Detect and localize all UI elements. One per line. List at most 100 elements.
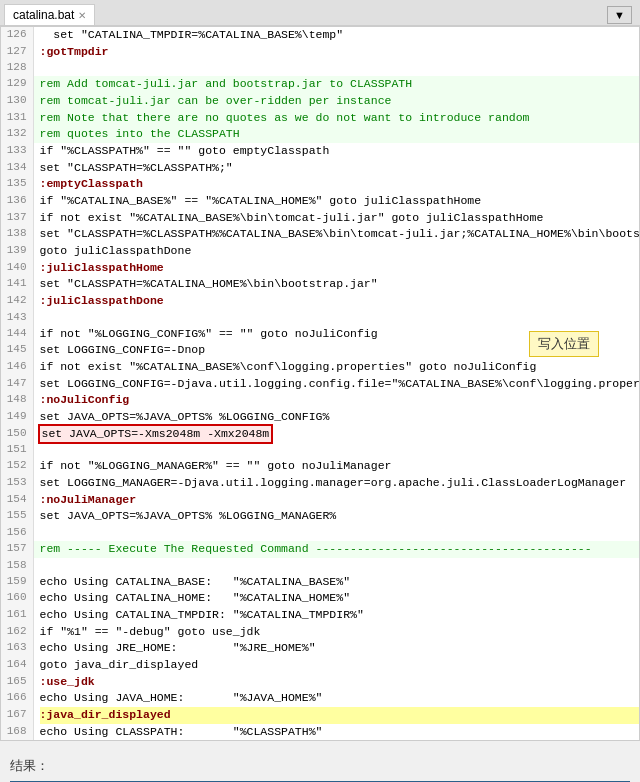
table-row: 155set JAVA_OPTS=%JAVA_OPTS% %LOGGING_MA… xyxy=(1,508,640,525)
line-number: 151 xyxy=(1,442,33,458)
line-code: :noJuliManager xyxy=(33,492,640,509)
table-row: 130rem tomcat-juli.jar can be over-ridde… xyxy=(1,93,640,110)
line-code: rem tomcat-juli.jar can be over-ridden p… xyxy=(33,93,640,110)
line-code: set LOGGING_MANAGER=-Djava.util.logging.… xyxy=(33,475,640,492)
line-code: if not exist "%CATALINA_BASE%\conf\loggi… xyxy=(33,359,640,376)
table-row: 148:noJuliConfig xyxy=(1,392,640,409)
line-number: 132 xyxy=(1,126,33,143)
line-number: 159 xyxy=(1,574,33,591)
annotation-box: 写入位置 xyxy=(529,331,599,357)
line-number: 148 xyxy=(1,392,33,409)
table-row: 129rem Add tomcat-juli.jar and bootstrap… xyxy=(1,76,640,93)
table-row: 156 xyxy=(1,525,640,541)
line-number: 133 xyxy=(1,143,33,160)
table-row: 154:noJuliManager xyxy=(1,492,640,509)
line-code: rem Note that there are no quotes as we … xyxy=(33,110,640,127)
line-number: 140 xyxy=(1,260,33,277)
table-row: 134set "CLASSPATH=%CLASSPATH%;" xyxy=(1,160,640,177)
table-row: 141set "CLASSPATH=%CATALINA_HOME%\bin\bo… xyxy=(1,276,640,293)
line-code xyxy=(33,442,640,458)
table-row: 153set LOGGING_MANAGER=-Djava.util.loggi… xyxy=(1,475,640,492)
results-section: 结果： JVM Free memory: 1632.76 MB Total me… xyxy=(0,757,640,782)
table-row: 151 xyxy=(1,442,640,458)
table-row: 147set LOGGING_CONFIG=-Djava.util.loggin… xyxy=(1,376,640,393)
line-number: 157 xyxy=(1,541,33,558)
line-code: :java_dir_displayed xyxy=(33,707,640,724)
line-code: :use_jdk xyxy=(33,674,640,691)
line-number: 155 xyxy=(1,508,33,525)
line-number: 141 xyxy=(1,276,33,293)
table-row: 128 xyxy=(1,60,640,76)
line-number: 163 xyxy=(1,640,33,657)
table-row: 131rem Note that there are no quotes as … xyxy=(1,110,640,127)
line-number: 154 xyxy=(1,492,33,509)
table-row: 165:use_jdk xyxy=(1,674,640,691)
line-code: echo Using CLASSPATH: "%CLASSPATH%" xyxy=(33,724,640,741)
line-code: goto juliClasspathDone xyxy=(33,243,640,260)
line-number: 156 xyxy=(1,525,33,541)
table-row: 140:juliClasspathHome xyxy=(1,260,640,277)
line-code: set JAVA_OPTS=-Xms2048m -Xmx2048m xyxy=(33,426,640,443)
table-row: 160echo Using CATALINA_HOME: "%CATALINA_… xyxy=(1,590,640,607)
line-code: set LOGGING_CONFIG=-Djava.util.logging.c… xyxy=(33,376,640,393)
line-number: 149 xyxy=(1,409,33,426)
line-number: 146 xyxy=(1,359,33,376)
line-number: 126 xyxy=(1,27,33,44)
line-code xyxy=(33,558,640,574)
tab-label: catalina.bat xyxy=(13,8,74,22)
line-code xyxy=(33,525,640,541)
line-number: 164 xyxy=(1,657,33,674)
line-code: rem Add tomcat-juli.jar and bootstrap.ja… xyxy=(33,76,640,93)
line-number: 160 xyxy=(1,590,33,607)
line-code: set "CLASSPATH=%CLASSPATH%%CATALINA_BASE… xyxy=(33,226,640,243)
table-row: 150set JAVA_OPTS=-Xms2048m -Xmx2048m xyxy=(1,426,640,443)
line-code: set "CLASSPATH=%CLASSPATH%;" xyxy=(33,160,640,177)
line-code: :noJuliConfig xyxy=(33,392,640,409)
line-code: if "%CATALINA_BASE%" == "%CATALINA_HOME%… xyxy=(33,193,640,210)
line-code: :juliClasspathDone xyxy=(33,293,640,310)
line-code: if not "%LOGGING_MANAGER%" == "" goto no… xyxy=(33,458,640,475)
line-code: rem ----- Execute The Requested Command … xyxy=(33,541,640,558)
line-number: 142 xyxy=(1,293,33,310)
line-code: set "CLASSPATH=%CATALINA_HOME%\bin\boots… xyxy=(33,276,640,293)
table-row: 135:emptyClasspath xyxy=(1,176,640,193)
line-number: 162 xyxy=(1,624,33,641)
table-row: 137if not exist "%CATALINA_BASE%\bin\tom… xyxy=(1,210,640,227)
table-row: 146if not exist "%CATALINA_BASE%\conf\lo… xyxy=(1,359,640,376)
table-row: 136if "%CATALINA_BASE%" == "%CATALINA_HO… xyxy=(1,193,640,210)
results-label: 结果： xyxy=(10,757,630,775)
line-code: :juliClasspathHome xyxy=(33,260,640,277)
table-row: 139goto juliClasspathDone xyxy=(1,243,640,260)
line-number: 153 xyxy=(1,475,33,492)
table-row: 158 xyxy=(1,558,640,574)
code-table: 126 set "CATALINA_TMPDIR=%CATALINA_BASE%… xyxy=(1,27,640,740)
table-row: 142:juliClasspathDone xyxy=(1,293,640,310)
line-code: echo Using CATALINA_TMPDIR: "%CATALINA_T… xyxy=(33,607,640,624)
tab-close-icon[interactable]: ✕ xyxy=(78,10,86,21)
table-row: 159echo Using CATALINA_BASE: "%CATALINA_… xyxy=(1,574,640,591)
line-code: set JAVA_OPTS=%JAVA_OPTS% %LOGGING_CONFI… xyxy=(33,409,640,426)
line-code: if not exist "%CATALINA_BASE%\bin\tomcat… xyxy=(33,210,640,227)
line-code xyxy=(33,310,640,326)
line-code: if "%1" == "-debug" goto use_jdk xyxy=(33,624,640,641)
table-row: 133if "%CLASSPATH%" == "" goto emptyClas… xyxy=(1,143,640,160)
line-number: 161 xyxy=(1,607,33,624)
line-code: :gotTmpdir xyxy=(33,44,640,61)
line-number: 168 xyxy=(1,724,33,741)
line-number: 150 xyxy=(1,426,33,443)
table-row: 126 set "CATALINA_TMPDIR=%CATALINA_BASE%… xyxy=(1,27,640,44)
line-number: 166 xyxy=(1,690,33,707)
table-row: 168echo Using CLASSPATH: "%CLASSPATH%" xyxy=(1,724,640,741)
table-row: 163echo Using JRE_HOME: "%JRE_HOME%" xyxy=(1,640,640,657)
line-number: 167 xyxy=(1,707,33,724)
line-number: 145 xyxy=(1,342,33,359)
line-code: echo Using CATALINA_BASE: "%CATALINA_BAS… xyxy=(33,574,640,591)
line-number: 147 xyxy=(1,376,33,393)
table-row: 162if "%1" == "-debug" goto use_jdk xyxy=(1,624,640,641)
line-number: 158 xyxy=(1,558,33,574)
table-row: 132rem quotes into the CLASSPATH xyxy=(1,126,640,143)
file-tab[interactable]: catalina.bat ✕ xyxy=(4,4,95,25)
line-number: 136 xyxy=(1,193,33,210)
tab-dropdown-button[interactable]: ▼ xyxy=(607,6,632,24)
table-row: 166echo Using JAVA_HOME: "%JAVA_HOME%" xyxy=(1,690,640,707)
